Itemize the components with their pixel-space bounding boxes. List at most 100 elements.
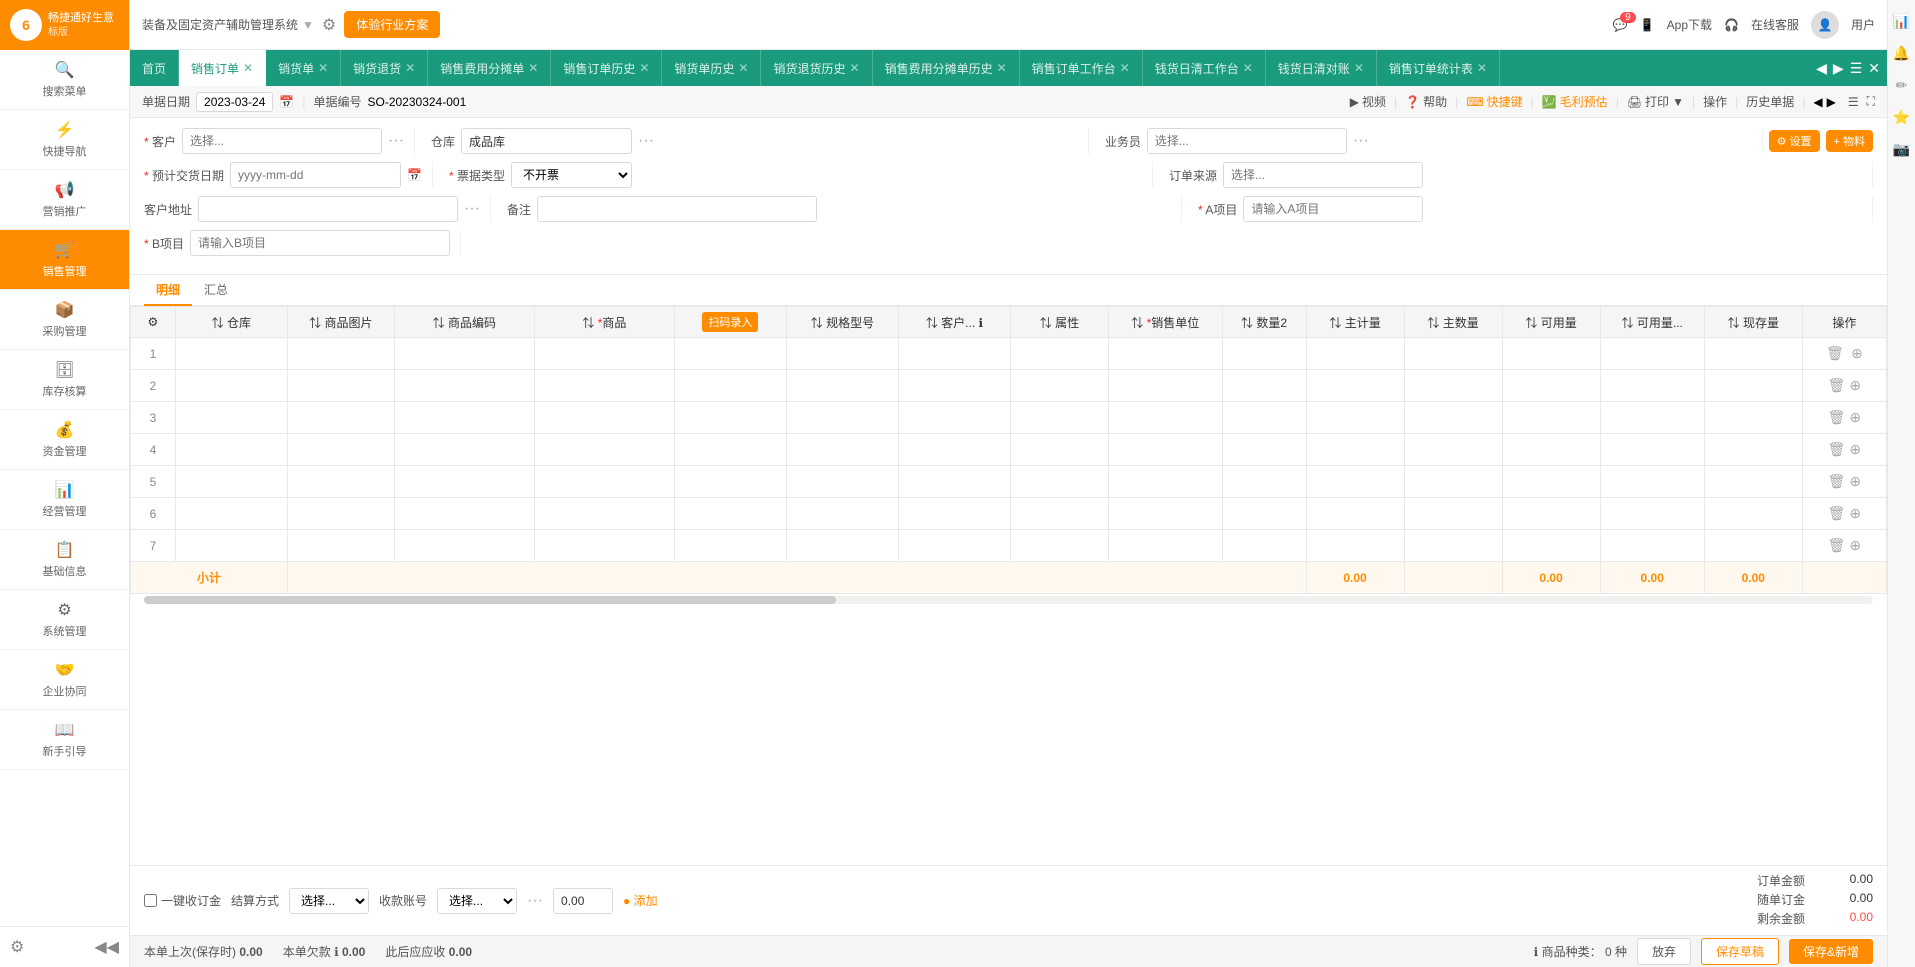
delivery-calendar-icon[interactable]: 📅 — [407, 168, 422, 182]
order-source-input[interactable] — [1223, 162, 1423, 188]
tab-close-icon[interactable]: ✕ — [1477, 61, 1487, 75]
prev-record-icon[interactable]: ◀ — [1813, 95, 1822, 109]
settings-button[interactable]: ⚙ 设置 — [1769, 130, 1820, 152]
collapse-icon[interactable]: ◀◀ — [94, 937, 119, 957]
tab-close-icon[interactable]: ✕ — [738, 61, 748, 75]
warehouse-dots[interactable]: ··· — [638, 132, 654, 150]
sort-icon[interactable]: ⇅ — [926, 316, 938, 330]
sidebar-item-system[interactable]: ⚙ 系统管理 — [0, 590, 129, 650]
tab-summary[interactable]: 汇总 — [192, 275, 240, 306]
sort-icon[interactable]: ⇅ — [1131, 316, 1143, 330]
rp-edit-icon[interactable]: ✏ — [1891, 74, 1913, 96]
customer-input[interactable] — [182, 128, 382, 154]
settings-gear-icon[interactable]: ⚙ — [322, 15, 336, 35]
sort-icon[interactable]: ⇅ — [1241, 316, 1253, 330]
video-btn[interactable]: ▶ 视频 — [1350, 93, 1386, 110]
delete-icon[interactable]: 🗑 — [1828, 537, 1846, 553]
copy-icon[interactable]: ⊕ — [1849, 441, 1861, 457]
tab-close-icon[interactable]: ✕ — [528, 61, 538, 75]
sidebar-item-collab[interactable]: 🤝 企业协同 — [0, 650, 129, 710]
tab-close-icon[interactable]: ✕ — [405, 61, 415, 75]
row-customer-code[interactable] — [898, 338, 1010, 370]
tab-workbench[interactable]: 销售订单工作台 ✕ — [1020, 50, 1143, 86]
rp-bell-icon[interactable]: 🔔 — [1891, 42, 1913, 64]
sort-icon[interactable]: ⇅ — [1622, 316, 1634, 330]
tab-close-icon[interactable]: ✕ — [1243, 61, 1253, 75]
sort-icon[interactable]: ⇅ — [212, 316, 224, 330]
tab-sales-history[interactable]: 销售订单历史 ✕ — [551, 50, 662, 86]
address-dots[interactable]: ··· — [464, 200, 480, 218]
salesman-dots[interactable]: ··· — [1353, 132, 1369, 150]
tab-close-icon[interactable]: ✕ — [1120, 61, 1130, 75]
address-input[interactable] — [198, 196, 458, 222]
tab-close-icon[interactable]: ✕ — [318, 61, 328, 75]
expand-icon[interactable]: ⛶ — [1867, 94, 1875, 109]
sidebar-item-base[interactable]: 📋 基础信息 — [0, 530, 129, 590]
next-record-icon[interactable]: ▶ — [1827, 95, 1836, 109]
print-btn[interactable]: 🖨 打印 ▼ — [1627, 93, 1684, 110]
account-select[interactable]: 选择... — [437, 888, 517, 914]
delete-icon[interactable]: 🗑 — [1828, 505, 1846, 521]
tab-home[interactable]: 首页 — [130, 50, 179, 86]
row-attr[interactable] — [1010, 338, 1108, 370]
delivery-date-input[interactable] — [230, 162, 401, 188]
sidebar-item-purchase[interactable]: 📦 采购管理 — [0, 290, 129, 350]
invoice-select[interactable]: 不开票 增值税普通发票 增值税专用发票 — [511, 162, 632, 188]
sort-icon[interactable]: ⇅ — [1040, 316, 1052, 330]
copy-icon[interactable]: ⊕ — [1849, 537, 1861, 553]
customer-dots[interactable]: ··· — [388, 132, 404, 150]
tab-right-arrow[interactable]: ▶ — [1830, 60, 1847, 77]
b-project-input[interactable] — [190, 230, 450, 256]
warehouse-input[interactable] — [461, 128, 632, 154]
tab-sales-expense[interactable]: 销售费用分摊单 ✕ — [428, 50, 551, 86]
row-main-unit[interactable] — [1306, 338, 1404, 370]
scan-button[interactable]: 扫码录入 — [702, 312, 758, 332]
profit-btn[interactable]: 💹 毛利预估 — [1542, 93, 1608, 110]
tab-daily-account[interactable]: 钱货日清对账 ✕ — [1266, 50, 1377, 86]
one-click-label[interactable]: 一键收订金 — [144, 892, 221, 909]
scrollbar-thumb[interactable] — [144, 596, 836, 604]
tab-daily-workbench[interactable]: 钱货日清工作台 ✕ — [1143, 50, 1266, 86]
shortcut-btn[interactable]: ⌨ 快捷键 — [1466, 93, 1522, 110]
amount-input[interactable] — [553, 888, 613, 914]
rp-chart-icon[interactable]: 📊 — [1891, 10, 1913, 32]
settlement-select[interactable]: 选择... — [289, 888, 369, 914]
rp-star-icon[interactable]: ⭐ — [1891, 106, 1913, 128]
row-qty2[interactable] — [1222, 338, 1306, 370]
tab-close-icon[interactable]: ✕ — [850, 61, 860, 75]
tab-close-icon[interactable]: ✕ — [243, 61, 253, 75]
avatar[interactable]: 👤 — [1811, 11, 1839, 39]
row-code[interactable] — [394, 338, 534, 370]
th-gear[interactable]: ⚙ — [131, 307, 176, 338]
sort-icon[interactable]: ⇅ — [1427, 316, 1439, 330]
copy-icon[interactable]: ⊕ — [1849, 377, 1861, 393]
sidebar-item-quicknav[interactable]: ⚡ 快捷导航 — [0, 110, 129, 170]
message-icon[interactable]: 💬 9 — [1613, 18, 1628, 32]
sort-icon[interactable]: ⇅ — [1525, 316, 1537, 330]
sort-icon[interactable]: ⇅ — [1728, 316, 1740, 330]
one-click-checkbox[interactable] — [144, 894, 157, 907]
app-download-label[interactable]: App下载 — [1667, 16, 1712, 33]
add-button[interactable]: ● 添加 — [623, 892, 658, 909]
settings-icon[interactable]: ⚙ — [10, 937, 24, 957]
row-product[interactable] — [534, 338, 674, 370]
sort-icon[interactable]: ⇅ — [582, 316, 594, 330]
rp-camera-icon[interactable]: 📷 — [1891, 138, 1913, 160]
delete-icon[interactable]: 🗑 — [1828, 441, 1846, 457]
horizontal-scrollbar[interactable] — [144, 596, 1873, 604]
row-warehouse[interactable] — [175, 338, 287, 370]
discard-button[interactable]: 放弃 — [1637, 938, 1691, 965]
remark-input[interactable] — [537, 196, 817, 222]
tab-close-icon[interactable]: ✕ — [1354, 61, 1364, 75]
order-date-value[interactable]: 2023-03-24 — [196, 92, 273, 112]
view-toggle[interactable]: ☰ — [1848, 95, 1859, 109]
row-main-qty[interactable] — [1404, 338, 1502, 370]
sidebar-item-finance[interactable]: 💰 资金管理 — [0, 410, 129, 470]
tab-sales-return[interactable]: 销货退货 ✕ — [341, 50, 428, 86]
help-btn[interactable]: ❓ 帮助 — [1405, 93, 1447, 110]
tab-bill-history[interactable]: 销货单历史 ✕ — [662, 50, 761, 86]
sort-icon[interactable]: ⇅ — [309, 316, 321, 330]
delete-icon[interactable]: 🗑 — [1828, 409, 1846, 425]
operations-btn[interactable]: 操作 — [1703, 93, 1727, 110]
tab-left-arrow[interactable]: ◀ — [1813, 60, 1830, 77]
